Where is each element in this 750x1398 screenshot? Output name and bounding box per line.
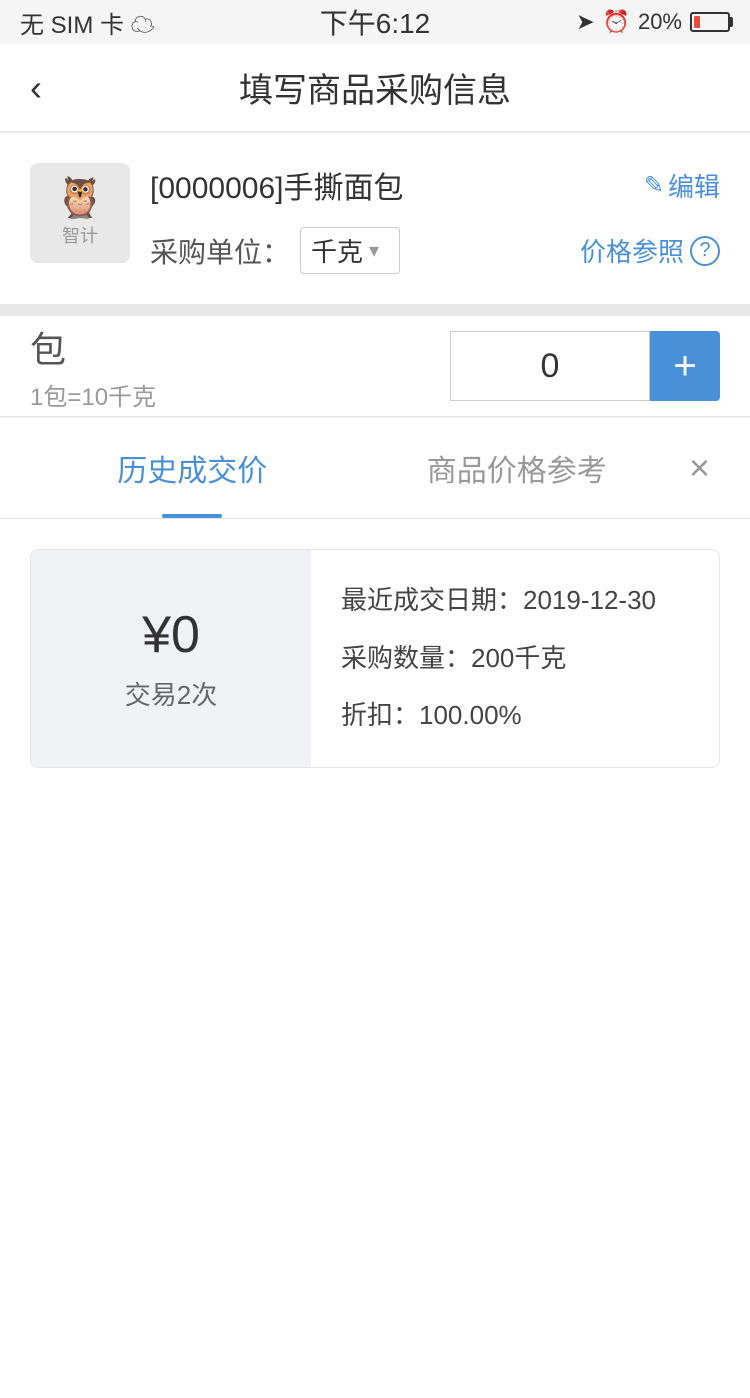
product-section: 🦉 智计 [0000006]手撕面包 ✎ 编辑 采购单位： 千克 ▾ [0, 133, 750, 304]
battery-percent: 20% [638, 9, 682, 35]
thin-divider [0, 416, 750, 417]
tab-history-price[interactable]: 历史成交价 [30, 418, 354, 518]
help-icon: ? [690, 236, 720, 266]
tab-header: 历史成交价 商品价格参考 × [0, 418, 750, 519]
edit-icon: ✎ [644, 171, 664, 200]
product-name-row: [0000006]手撕面包 ✎ 编辑 [150, 163, 720, 207]
back-button[interactable]: ‹ [30, 67, 42, 109]
purchase-qty-row: 采购数量：200千克 [341, 638, 689, 680]
owl-icon: 🦉 [55, 178, 105, 218]
image-caption: 智计 [62, 222, 98, 248]
card-left-price: ¥0 交易2次 [31, 550, 311, 767]
edit-label: 编辑 [668, 167, 720, 204]
header: ‹ 填写商品采购信息 [0, 44, 750, 132]
alarm-icon: ⏰ [603, 9, 630, 35]
battery-indicator [690, 12, 730, 32]
recent-date-row: 最近成交日期：2019-12-30 [341, 580, 689, 622]
unit-select-dropdown[interactable]: 千克 ▾ [300, 227, 400, 274]
purchase-qty-value: 200千克 [471, 643, 566, 673]
recent-date-value: 2019-12-30 [523, 585, 656, 615]
increment-button[interactable]: + [650, 331, 720, 401]
product-info: [0000006]手撕面包 ✎ 编辑 采购单位： 千克 ▾ 价格参照 ? [150, 163, 720, 274]
edit-button[interactable]: ✎ 编辑 [644, 167, 720, 204]
battery-fill [694, 16, 700, 28]
unit-label: 包 1包=10千克 [30, 321, 156, 412]
unit-left: 采购单位： 千克 ▾ [150, 227, 400, 274]
tab-content: ¥0 交易2次 最近成交日期：2019-12-30 采购数量：200千克 折扣：… [0, 519, 750, 798]
quantity-section: 包 1包=10千克 0 + [0, 316, 750, 416]
price-value: ¥0 [142, 605, 200, 665]
quantity-input[interactable]: 0 [450, 331, 650, 401]
discount-value: 100.00% [419, 700, 522, 730]
unit-name-label: 包 [30, 321, 156, 373]
location-icon: ➤ [576, 9, 594, 35]
status-bar: 无 SIM 卡 ☁ 下午6:12 ➤ ⏰ 20% [0, 0, 750, 44]
unit-row: 采购单位： 千克 ▾ 价格参照 ? [150, 227, 720, 274]
unit-select-value: 千克 [311, 232, 363, 269]
tab-panel: 历史成交价 商品价格参考 × ¥0 交易2次 最近成交日期：2019-12-30… [0, 418, 750, 798]
discount-label: 折扣： [341, 700, 419, 730]
chevron-down-icon: ▾ [369, 238, 379, 263]
quantity-input-group: 0 + [450, 331, 720, 401]
card-right-details: 最近成交日期：2019-12-30 采购数量：200千克 折扣：100.00% [311, 550, 719, 767]
white-fill-area [0, 798, 750, 1398]
trade-count: 交易2次 [125, 675, 217, 712]
product-name: [0000006]手撕面包 [150, 163, 403, 207]
signal-text: 无 SIM 卡 ☁ [20, 5, 155, 40]
purchase-qty-label: 采购数量： [341, 643, 471, 673]
discount-row: 折扣：100.00% [341, 695, 689, 737]
price-ref-label: 价格参照 [580, 232, 684, 269]
page-title: 填写商品采购信息 [239, 63, 511, 112]
status-right: ➤ ⏰ 20% [576, 9, 730, 35]
history-card: ¥0 交易2次 最近成交日期：2019-12-30 采购数量：200千克 折扣：… [30, 549, 720, 768]
product-image: 🦉 智计 [30, 163, 130, 263]
tab-product-price-ref[interactable]: 商品价格参考 [354, 418, 678, 518]
recent-date-label: 最近成交日期： [341, 585, 523, 615]
price-reference-button[interactable]: 价格参照 ? [580, 232, 720, 269]
product-row: 🦉 智计 [0000006]手撕面包 ✎ 编辑 采购单位： 千克 ▾ [30, 163, 720, 274]
status-left: 无 SIM 卡 ☁ [20, 5, 155, 40]
section-divider [0, 304, 750, 316]
tab-close-button[interactable]: × [679, 427, 720, 509]
status-time: 下午6:12 [320, 2, 431, 42]
unit-conversion: 1包=10千克 [30, 377, 156, 412]
unit-prefix: 采购单位： [150, 231, 290, 271]
